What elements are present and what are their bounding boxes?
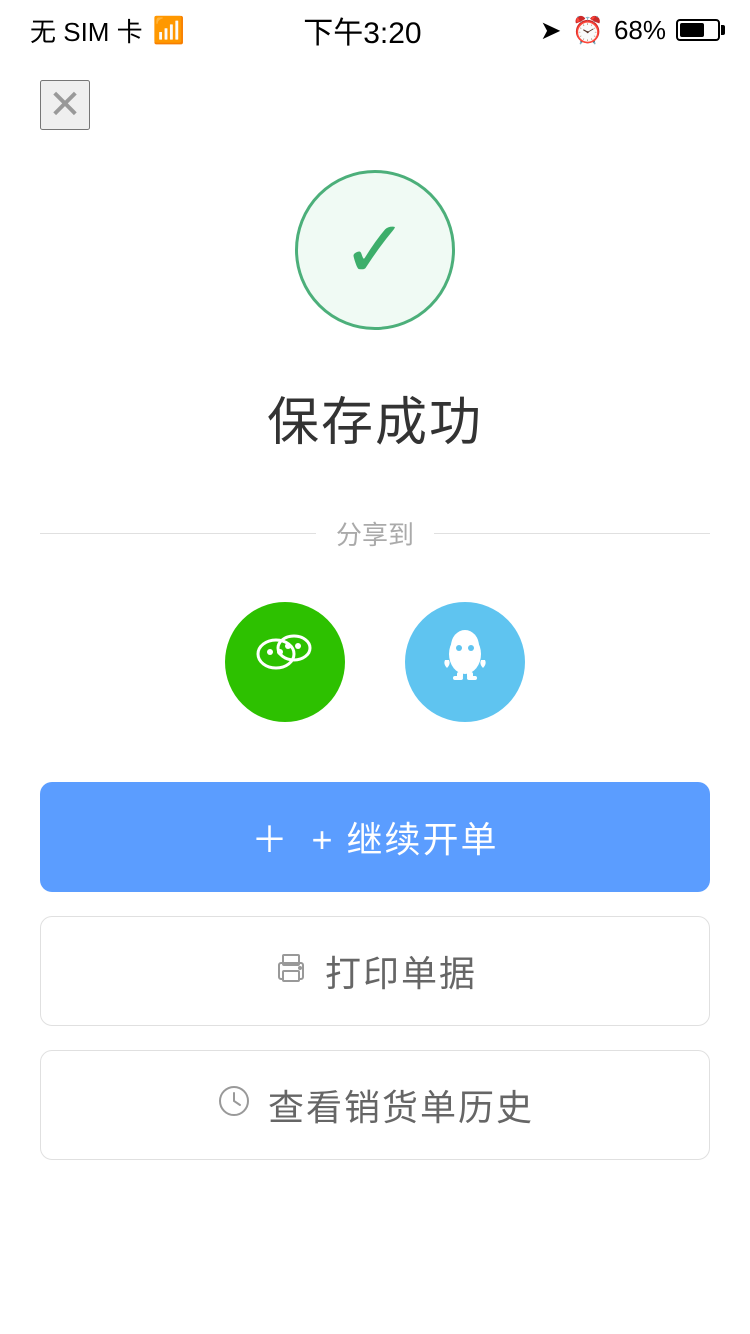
success-title: 保存成功 [267,380,483,455]
history-icon [216,1083,252,1128]
divider-right [434,533,710,534]
plus-icon: ＋ [251,811,289,863]
close-icon: ✕ [48,85,82,125]
history-button[interactable]: 查看销货单历史 [40,1050,710,1160]
main-content: ✕ ✓ 保存成功 分享到 [0,60,750,1160]
continue-label: + 继续开单 [311,811,498,863]
wifi-icon: 📶 [153,15,185,46]
status-left: 无 SIM 卡 📶 [30,12,185,49]
qq-icon [435,626,495,699]
success-icon-container: ✓ [295,170,455,330]
location-icon: ➤ [540,15,562,46]
battery-container [676,19,720,41]
checkmark-icon: ✓ [341,210,408,290]
share-section: 分享到 [40,515,710,722]
status-bar: 无 SIM 卡 📶 下午3:20 ➤ ⏰ 68% [0,0,750,60]
share-label: 分享到 [336,515,414,552]
continue-button[interactable]: ＋ + 继续开单 [40,782,710,892]
battery-icon [676,19,720,41]
status-right: ➤ ⏰ 68% [540,15,720,46]
sim-text: 无 SIM 卡 [30,12,143,49]
qq-share-button[interactable] [405,602,525,722]
alarm-icon: ⏰ [572,15,604,46]
wechat-share-button[interactable] [225,602,345,722]
share-icons [40,602,710,722]
battery-percentage: 68% [614,15,666,46]
action-buttons: ＋ + 继续开单 打印单据 查看销货单历史 [40,782,710,1160]
print-icon [273,949,309,994]
history-label: 查看销货单历史 [268,1079,534,1131]
wechat-icon [255,626,315,699]
battery-fill [680,23,704,37]
divider-left [40,533,316,534]
close-button[interactable]: ✕ [40,80,90,130]
share-divider: 分享到 [40,515,710,552]
status-time: 下午3:20 [303,8,421,52]
print-button[interactable]: 打印单据 [40,916,710,1026]
print-label: 打印单据 [325,945,477,997]
